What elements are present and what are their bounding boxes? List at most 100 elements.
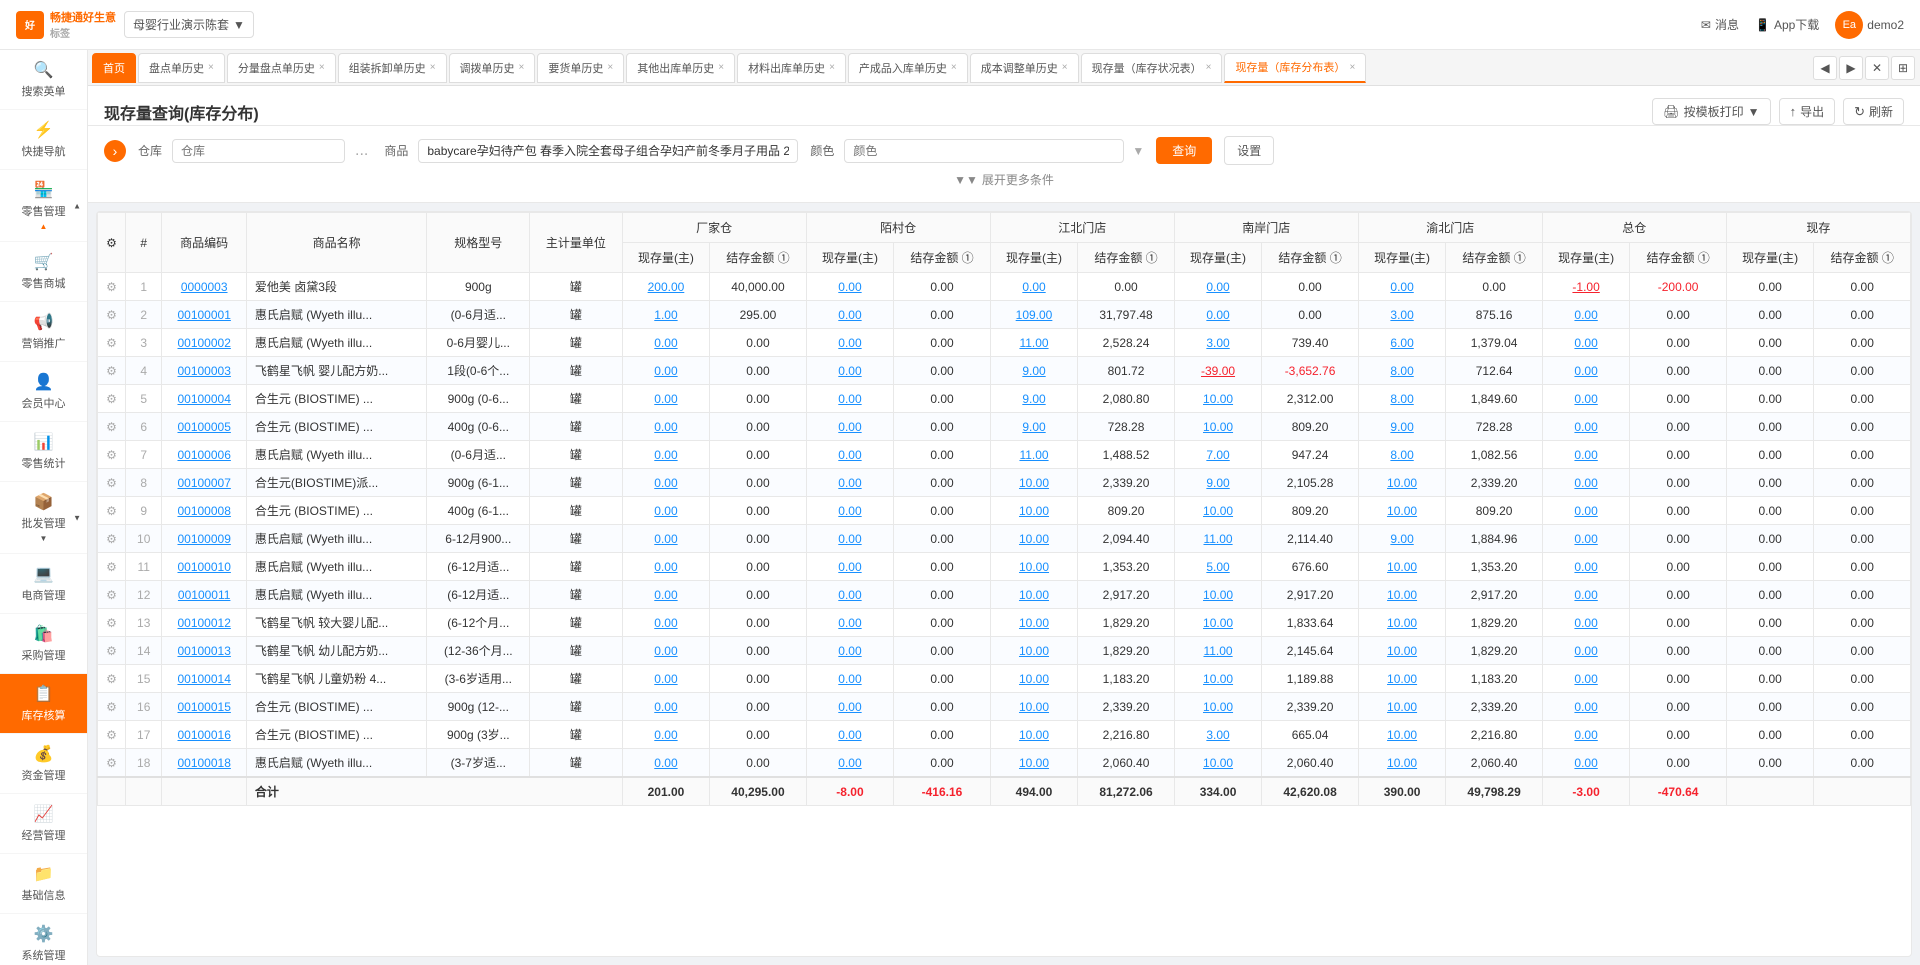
row-code[interactable]: 00100015	[162, 693, 246, 721]
row-fac-stock[interactable]: 0.00	[622, 553, 710, 581]
user-area[interactable]: Ea demo2	[1835, 11, 1904, 39]
tab-nav-more[interactable]: ⊞	[1891, 56, 1915, 80]
row-fac-stock[interactable]: 0.00	[622, 609, 710, 637]
row-tot-stock[interactable]: 0.00	[1542, 581, 1630, 609]
row-jb-stock[interactable]: 9.00	[990, 357, 1078, 385]
sidebar-item-operation[interactable]: 📈 经营管理	[0, 794, 87, 854]
tab-stocksingle-close[interactable]: ×	[208, 62, 214, 73]
row-code[interactable]: 00100013	[162, 637, 246, 665]
tab-splitstock[interactable]: 分量盘点单历史 ×	[227, 53, 336, 83]
row-na-stock[interactable]: 10.00	[1174, 693, 1262, 721]
sidebar-item-retailshop[interactable]: 🛒 零售商城	[0, 242, 87, 302]
row-sha-stock[interactable]: 0.00	[806, 637, 894, 665]
row-gear[interactable]: ⚙	[98, 637, 126, 665]
row-tot-stock[interactable]: 0.00	[1542, 497, 1630, 525]
row-fac-stock[interactable]: 0.00	[622, 665, 710, 693]
row-fac-stock[interactable]: 200.00	[622, 273, 710, 301]
row-fac-stock[interactable]: 0.00	[622, 469, 710, 497]
row-tot-stock[interactable]: 0.00	[1542, 441, 1630, 469]
row-tot-stock[interactable]: 0.00	[1542, 637, 1630, 665]
sidebar-item-system[interactable]: ⚙️ 系统管理	[0, 914, 87, 965]
row-sha-stock[interactable]: 0.00	[806, 581, 894, 609]
tab-splitstock-close[interactable]: ×	[319, 62, 325, 73]
tab-assemble-close[interactable]: ×	[430, 62, 436, 73]
row-sha-stock[interactable]: 0.00	[806, 357, 894, 385]
row-code[interactable]: 00100014	[162, 665, 246, 693]
row-gear[interactable]: ⚙	[98, 357, 126, 385]
row-tot-stock[interactable]: 0.00	[1542, 665, 1630, 693]
tab-productin[interactable]: 产成品入库单历史 ×	[848, 53, 968, 83]
row-code[interactable]: 00100004	[162, 385, 246, 413]
tab-home[interactable]: 首页	[92, 53, 136, 83]
tab-nav-prev[interactable]: ◀	[1813, 56, 1837, 80]
tab-materialout-close[interactable]: ×	[829, 62, 835, 73]
row-tot-stock[interactable]: 0.00	[1542, 469, 1630, 497]
row-na-stock[interactable]: 0.00	[1174, 301, 1262, 329]
sidebar-item-inventory[interactable]: 📋 库存核算	[0, 674, 87, 734]
row-code[interactable]: 00100008	[162, 497, 246, 525]
row-code[interactable]: 0000003	[162, 273, 246, 301]
row-fac-stock[interactable]: 0.00	[622, 497, 710, 525]
row-jb-stock[interactable]: 10.00	[990, 581, 1078, 609]
row-na-stock[interactable]: 10.00	[1174, 413, 1262, 441]
tab-transfer[interactable]: 调拨单历史 ×	[449, 53, 536, 83]
row-code[interactable]: 00100001	[162, 301, 246, 329]
row-fac-stock[interactable]: 0.00	[622, 413, 710, 441]
row-yb-stock[interactable]: 9.00	[1358, 413, 1446, 441]
tab-nav-close-all[interactable]: ✕	[1865, 56, 1889, 80]
row-tot-stock[interactable]: 0.00	[1542, 329, 1630, 357]
row-sha-stock[interactable]: 0.00	[806, 469, 894, 497]
row-jb-stock[interactable]: 10.00	[990, 609, 1078, 637]
row-sha-stock[interactable]: 0.00	[806, 721, 894, 749]
row-jb-stock[interactable]: 10.00	[990, 693, 1078, 721]
row-fac-stock[interactable]: 0.00	[622, 329, 710, 357]
row-yb-stock[interactable]: 9.00	[1358, 525, 1446, 553]
store-select[interactable]: 母婴行业演示陈套 ▼	[124, 11, 254, 38]
row-yb-stock[interactable]: 10.00	[1358, 553, 1446, 581]
expand-warehouse-btn[interactable]: ›	[104, 140, 126, 162]
row-sha-stock[interactable]: 0.00	[806, 525, 894, 553]
row-jb-stock[interactable]: 11.00	[990, 329, 1078, 357]
row-fac-stock[interactable]: 1.00	[622, 301, 710, 329]
row-jb-stock[interactable]: 0.00	[990, 273, 1078, 301]
row-na-stock[interactable]: 7.00	[1174, 441, 1262, 469]
row-fac-stock[interactable]: 0.00	[622, 525, 710, 553]
row-gear[interactable]: ⚙	[98, 441, 126, 469]
row-fac-stock[interactable]: 0.00	[622, 441, 710, 469]
row-jb-stock[interactable]: 10.00	[990, 749, 1078, 778]
row-tot-stock[interactable]: 0.00	[1542, 553, 1630, 581]
tab-requisition[interactable]: 要货单历史 ×	[537, 53, 624, 83]
row-yb-stock[interactable]: 10.00	[1358, 665, 1446, 693]
row-tot-stock[interactable]: 0.00	[1542, 385, 1630, 413]
settings-btn[interactable]: 设置	[1224, 136, 1274, 165]
row-sha-stock[interactable]: 0.00	[806, 329, 894, 357]
tab-assemble[interactable]: 组装拆卸单历史 ×	[338, 53, 447, 83]
row-yb-stock[interactable]: 8.00	[1358, 385, 1446, 413]
row-na-stock[interactable]: 9.00	[1174, 469, 1262, 497]
row-na-stock[interactable]: 10.00	[1174, 609, 1262, 637]
row-jb-stock[interactable]: 11.00	[990, 441, 1078, 469]
warehouse-input[interactable]	[172, 139, 345, 163]
row-yb-stock[interactable]: 8.00	[1358, 441, 1446, 469]
row-jb-stock[interactable]: 9.00	[990, 413, 1078, 441]
row-yb-stock[interactable]: 10.00	[1358, 693, 1446, 721]
row-jb-stock[interactable]: 10.00	[990, 553, 1078, 581]
row-fac-stock[interactable]: 0.00	[622, 581, 710, 609]
tab-transfer-close[interactable]: ×	[519, 62, 525, 73]
row-yb-stock[interactable]: 10.00	[1358, 609, 1446, 637]
row-sha-stock[interactable]: 0.00	[806, 609, 894, 637]
row-gear[interactable]: ⚙	[98, 385, 126, 413]
row-tot-stock[interactable]: -1.00	[1542, 273, 1630, 301]
row-code[interactable]: 00100012	[162, 609, 246, 637]
tab-stocksingle[interactable]: 盘点单历史 ×	[138, 53, 225, 83]
row-na-stock[interactable]: -39.00	[1174, 357, 1262, 385]
row-fac-stock[interactable]: 0.00	[622, 749, 710, 778]
expand-conditions-btn[interactable]: ▼▼ 展开更多条件	[104, 165, 1904, 192]
row-code[interactable]: 00100016	[162, 721, 246, 749]
tab-costadj[interactable]: 成本调整单历史 ×	[970, 53, 1079, 83]
row-yb-stock[interactable]: 10.00	[1358, 497, 1446, 525]
row-code[interactable]: 00100009	[162, 525, 246, 553]
row-gear[interactable]: ⚙	[98, 749, 126, 778]
row-fac-stock[interactable]: 0.00	[622, 721, 710, 749]
sidebar-item-retailstat[interactable]: 📊 零售统计	[0, 422, 87, 482]
